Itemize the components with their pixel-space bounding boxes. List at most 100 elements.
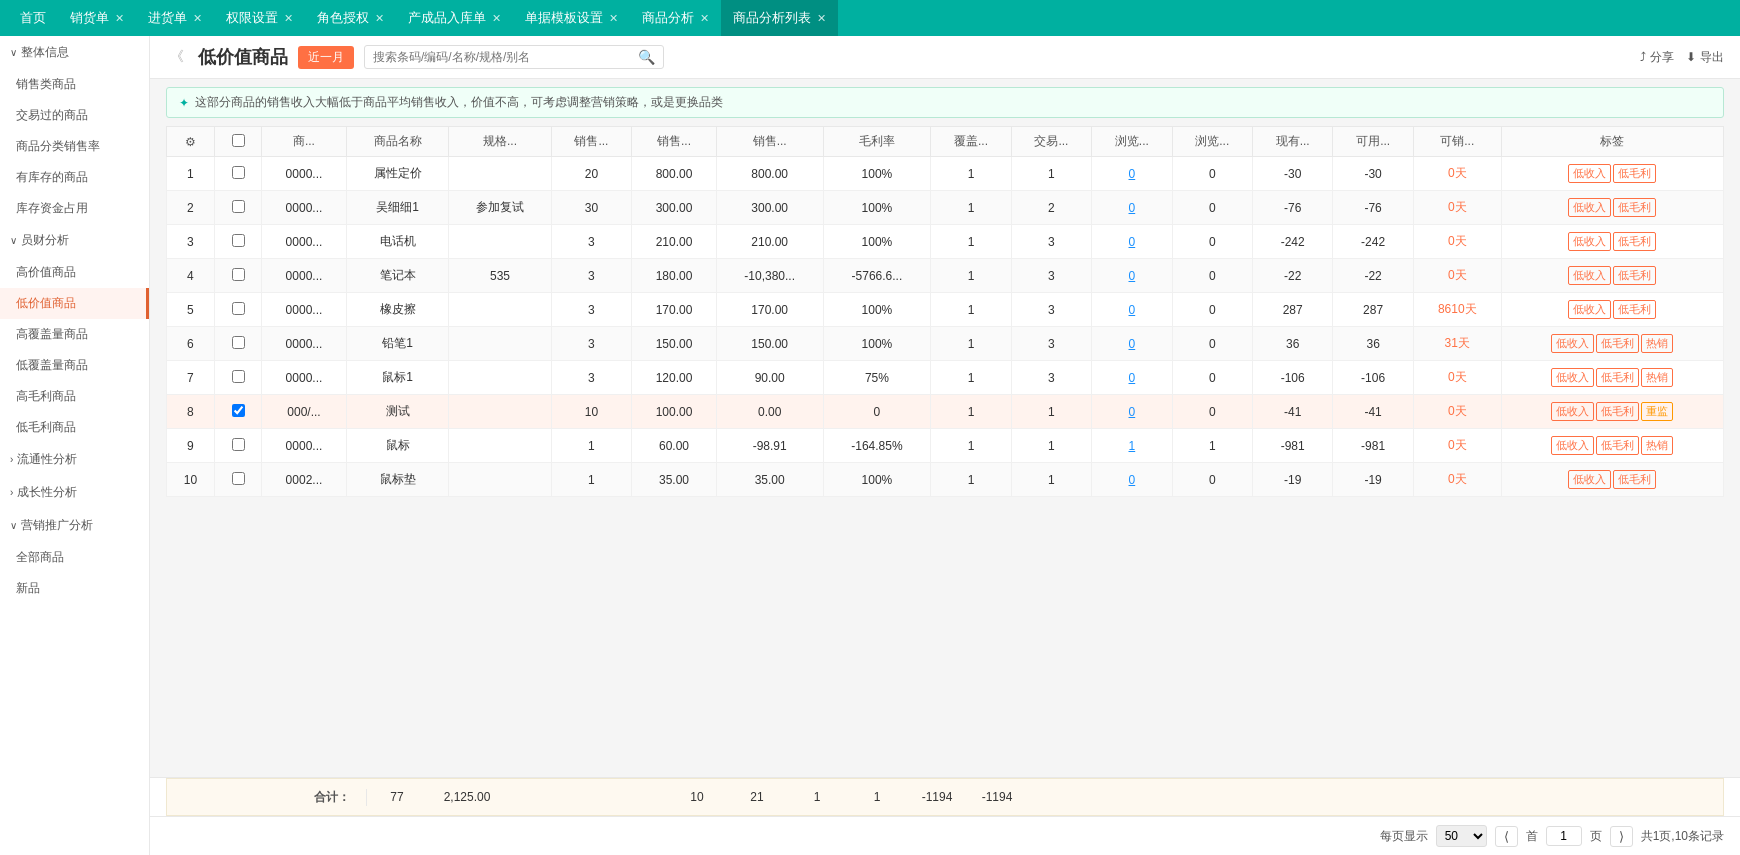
col-header-spec[interactable]: 规格... xyxy=(449,127,551,157)
sidebar-item-sales-products[interactable]: 销售类商品 xyxy=(0,69,149,100)
cell-view1[interactable]: 0 xyxy=(1092,259,1172,293)
cell-check[interactable] xyxy=(214,191,261,225)
nav-purchase-order[interactable]: 进货单 ✕ xyxy=(136,0,214,36)
col-header-stock2[interactable]: 可用... xyxy=(1333,127,1413,157)
sidebar-section-liquidity[interactable]: › 流通性分析 xyxy=(0,443,149,476)
view1-link[interactable]: 0 xyxy=(1129,235,1136,249)
nav-product-analysis[interactable]: 商品分析 ✕ xyxy=(630,0,721,36)
view1-link[interactable]: 0 xyxy=(1129,371,1136,385)
search-input[interactable] xyxy=(373,50,638,64)
sidebar-item-low-coverage[interactable]: 低覆盖量商品 xyxy=(0,350,149,381)
cell-check[interactable] xyxy=(214,429,261,463)
sidebar-section-finance[interactable]: ∨ 员财分析 xyxy=(0,224,149,257)
filter-recent-month-button[interactable]: 近一月 xyxy=(298,46,354,69)
export-button[interactable]: ⬇ 导出 xyxy=(1686,49,1724,66)
close-icon[interactable]: ✕ xyxy=(492,12,501,25)
cell-check[interactable] xyxy=(214,157,261,191)
col-header-name[interactable]: 商品名称 xyxy=(346,127,448,157)
select-all-checkbox[interactable] xyxy=(232,134,245,147)
sidebar-item-high-coverage[interactable]: 高覆盖量商品 xyxy=(0,319,149,350)
nav-role-auth[interactable]: 角色授权 ✕ xyxy=(305,0,396,36)
cell-check[interactable] xyxy=(214,463,261,497)
cell-view1[interactable]: 0 xyxy=(1092,191,1172,225)
nav-product-analysis-list[interactable]: 商品分析列表 ✕ xyxy=(721,0,838,36)
sidebar-section-marketing[interactable]: ∨ 营销推广分析 xyxy=(0,509,149,542)
next-page-button[interactable]: ⟩ xyxy=(1610,826,1633,847)
col-header-sales3[interactable]: 销售... xyxy=(716,127,823,157)
cell-check[interactable] xyxy=(214,225,261,259)
sidebar-item-stock-capital[interactable]: 库存资金占用 xyxy=(0,193,149,224)
col-header-sales2[interactable]: 销售... xyxy=(632,127,717,157)
sidebar-section-overview[interactable]: ∨ 整体信息 xyxy=(0,36,149,69)
close-icon[interactable]: ✕ xyxy=(375,12,384,25)
view1-link[interactable]: 0 xyxy=(1129,405,1136,419)
row-checkbox[interactable] xyxy=(232,200,245,213)
cell-view1[interactable]: 0 xyxy=(1092,463,1172,497)
close-icon[interactable]: ✕ xyxy=(817,12,826,25)
col-header-stock1[interactable]: 现有... xyxy=(1253,127,1333,157)
col-header-tags[interactable]: 标签 xyxy=(1501,127,1723,157)
col-header-view1[interactable]: 浏览... xyxy=(1092,127,1172,157)
row-checkbox[interactable] xyxy=(232,234,245,247)
cell-view1[interactable]: 1 xyxy=(1092,429,1172,463)
col-header-cover[interactable]: 覆盖... xyxy=(931,127,1011,157)
col-header-check[interactable] xyxy=(214,127,261,157)
cell-check[interactable] xyxy=(214,361,261,395)
sidebar-item-all-products[interactable]: 全部商品 xyxy=(0,542,149,573)
sidebar-item-low-margin[interactable]: 低毛利商品 xyxy=(0,412,149,443)
row-checkbox[interactable] xyxy=(232,166,245,179)
sidebar-item-stock-products[interactable]: 有库存的商品 xyxy=(0,162,149,193)
cell-view1[interactable]: 0 xyxy=(1092,327,1172,361)
cell-view1[interactable]: 0 xyxy=(1092,361,1172,395)
close-icon[interactable]: ✕ xyxy=(193,12,202,25)
close-icon[interactable]: ✕ xyxy=(115,12,124,25)
view1-link[interactable]: 1 xyxy=(1129,439,1136,453)
col-header-view2[interactable]: 浏览... xyxy=(1172,127,1252,157)
collapse-sidebar-button[interactable]: 《 xyxy=(166,44,188,70)
view1-link[interactable]: 0 xyxy=(1129,269,1136,283)
view1-link[interactable]: 0 xyxy=(1129,167,1136,181)
row-checkbox[interactable] xyxy=(232,302,245,315)
view1-link[interactable]: 0 xyxy=(1129,473,1136,487)
first-page-button[interactable]: ⟨ xyxy=(1495,826,1518,847)
nav-template-settings[interactable]: 单据模板设置 ✕ xyxy=(513,0,630,36)
col-header-code[interactable]: 商... xyxy=(262,127,347,157)
cell-view1[interactable]: 0 xyxy=(1092,395,1172,429)
nav-home[interactable]: 首页 xyxy=(8,0,58,36)
view1-link[interactable]: 0 xyxy=(1129,337,1136,351)
col-header-gear[interactable]: ⚙ xyxy=(167,127,215,157)
col-header-margin[interactable]: 毛利率 xyxy=(823,127,931,157)
nav-product-stock[interactable]: 产成品入库单 ✕ xyxy=(396,0,513,36)
close-icon[interactable]: ✕ xyxy=(609,12,618,25)
row-checkbox[interactable] xyxy=(232,370,245,383)
sidebar-item-category-rate[interactable]: 商品分类销售率 xyxy=(0,131,149,162)
row-checkbox[interactable] xyxy=(232,268,245,281)
cell-view1[interactable]: 0 xyxy=(1092,293,1172,327)
sidebar-item-low-value[interactable]: 低价值商品 xyxy=(0,288,149,319)
page-number-input[interactable] xyxy=(1546,826,1582,846)
row-checkbox[interactable] xyxy=(232,472,245,485)
cell-view1[interactable]: 0 xyxy=(1092,225,1172,259)
view1-link[interactable]: 0 xyxy=(1129,201,1136,215)
sidebar-item-high-margin[interactable]: 高毛利商品 xyxy=(0,381,149,412)
cell-check[interactable] xyxy=(214,395,261,429)
page-size-select[interactable]: 50 100 xyxy=(1436,825,1487,847)
search-icon[interactable]: 🔍 xyxy=(638,49,655,65)
row-checkbox[interactable] xyxy=(232,438,245,451)
cell-check[interactable] xyxy=(214,259,261,293)
sidebar-section-growth[interactable]: › 成长性分析 xyxy=(0,476,149,509)
cell-check[interactable] xyxy=(214,327,261,361)
close-icon[interactable]: ✕ xyxy=(284,12,293,25)
sidebar-item-high-value[interactable]: 高价值商品 xyxy=(0,257,149,288)
col-header-stock3[interactable]: 可销... xyxy=(1413,127,1501,157)
row-checkbox[interactable] xyxy=(232,336,245,349)
cell-view1[interactable]: 0 xyxy=(1092,157,1172,191)
share-button[interactable]: ⤴ 分享 xyxy=(1640,49,1674,66)
view1-link[interactable]: 0 xyxy=(1129,303,1136,317)
cell-check[interactable] xyxy=(214,293,261,327)
col-header-trade[interactable]: 交易... xyxy=(1011,127,1091,157)
row-checkbox[interactable] xyxy=(232,404,245,417)
sidebar-item-traded-products[interactable]: 交易过的商品 xyxy=(0,100,149,131)
col-header-sales1[interactable]: 销售... xyxy=(551,127,631,157)
nav-sales-order[interactable]: 销货单 ✕ xyxy=(58,0,136,36)
